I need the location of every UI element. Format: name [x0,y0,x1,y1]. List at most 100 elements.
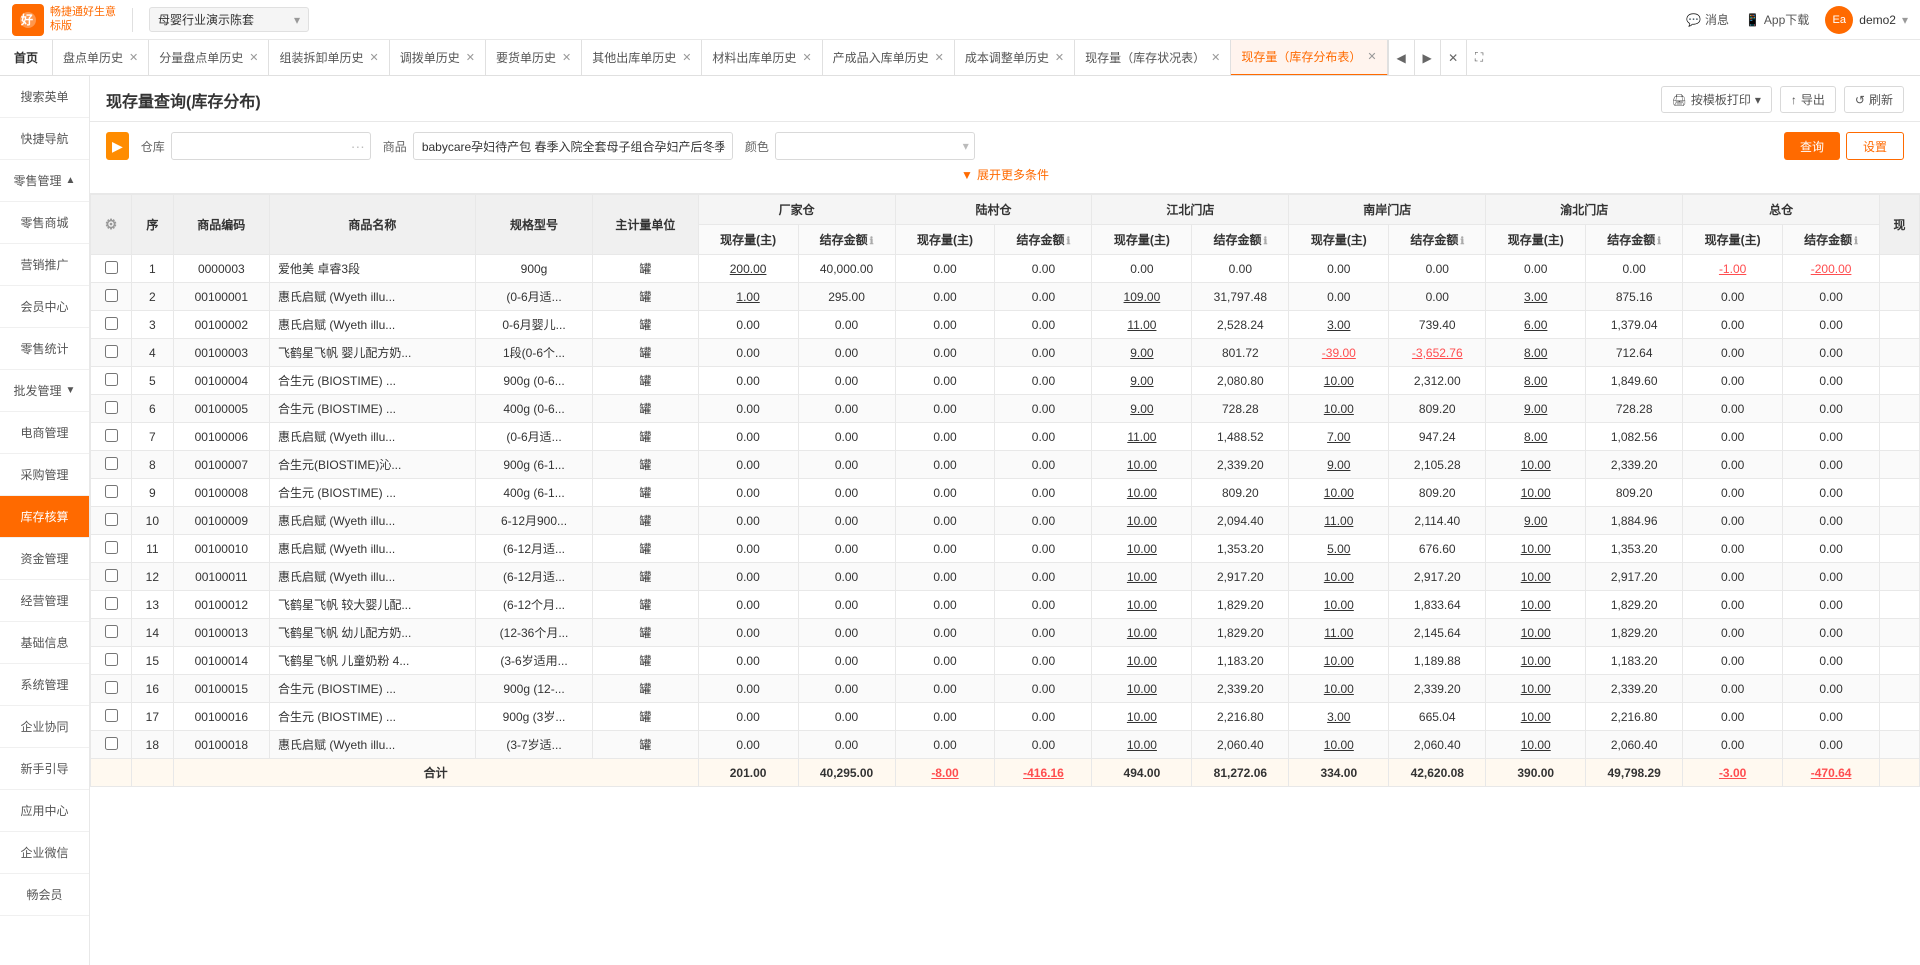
cell-yb-qty[interactable]: 10.00 [1486,619,1586,647]
cell-yb-qty[interactable]: 10.00 [1486,647,1586,675]
cell-yb-qty[interactable]: 3.00 [1486,283,1586,311]
cell-lc-qty[interactable]: 0.00 [895,479,995,507]
jb-amt-info-icon[interactable]: ℹ [1263,236,1267,247]
cell-lc-qty[interactable]: 0.00 [895,423,995,451]
cell-lc-qty[interactable]: 0.00 [895,731,995,759]
cell-jb-qty[interactable]: 10.00 [1092,731,1192,759]
cell-jb-qty[interactable]: 10.00 [1092,647,1192,675]
cell-lc-qty[interactable]: 0.00 [895,535,995,563]
row-checkbox[interactable] [105,317,118,330]
cell-jb-qty[interactable]: 10.00 [1092,591,1192,619]
cell-check[interactable] [91,563,132,591]
cell-check[interactable] [91,283,132,311]
tab-6[interactable]: 其他出库单历史 ✕ [582,40,702,76]
cell-na-qty[interactable]: 10.00 [1289,675,1389,703]
sidebar-item-nav[interactable]: 快捷导航 [0,118,89,160]
tab-10[interactable]: 现存量（库存状况表） ✕ [1075,40,1231,76]
sidebar-item-search[interactable]: 搜索英单 [0,76,89,118]
cell-check[interactable] [91,731,132,759]
tab-5[interactable]: 要货单历史 ✕ [486,40,582,76]
tab-8-close[interactable]: ✕ [935,51,944,64]
cell-check[interactable] [91,591,132,619]
cell-factory-qty[interactable]: 0.00 [698,591,798,619]
cell-yb-qty[interactable]: 10.00 [1486,535,1586,563]
cell-lc-qty[interactable]: 0.00 [895,367,995,395]
dropdown-selector[interactable]: 母婴行业演示陈套 ▾ [149,7,309,32]
tab-home[interactable]: 首页 [0,40,53,76]
warehouse-dots-icon[interactable]: ··· [351,138,365,154]
cell-jb-qty[interactable]: 10.00 [1092,675,1192,703]
tab-next-btn[interactable]: ▶ [1414,40,1440,76]
cell-na-qty[interactable]: 10.00 [1289,367,1389,395]
sidebar-item-inventory[interactable]: 库存核算 [0,496,89,538]
row-checkbox[interactable] [105,373,118,386]
cell-total-qty[interactable]: 0.00 [1683,367,1783,395]
lc-amt-info-icon[interactable]: ℹ [1067,236,1071,247]
cell-na-qty[interactable]: 10.00 [1289,591,1389,619]
row-checkbox[interactable] [105,709,118,722]
cell-jb-qty[interactable]: 10.00 [1092,535,1192,563]
cell-na-qty[interactable]: 10.00 [1289,647,1389,675]
cell-total-qty[interactable]: 0.00 [1683,451,1783,479]
sidebar-item-purchase[interactable]: 采购管理 [0,454,89,496]
expand-more[interactable]: ▼ 展开更多条件 [106,166,1904,183]
cell-yb-qty[interactable]: 8.00 [1486,423,1586,451]
sidebar-item-guide[interactable]: 新手引导 [0,748,89,790]
tab-11[interactable]: 现存量（库存分布表） ✕ [1231,40,1387,76]
cell-lc-qty[interactable]: 0.00 [895,339,995,367]
cell-jb-qty[interactable]: 10.00 [1092,619,1192,647]
sidebar-item-operations[interactable]: 经营管理 [0,580,89,622]
cell-jb-qty[interactable]: 10.00 [1092,507,1192,535]
row-checkbox[interactable] [105,345,118,358]
sidebar-item-wholesale[interactable]: 批发管理 ▼ [0,370,89,412]
cell-yb-qty[interactable]: 8.00 [1486,339,1586,367]
row-checkbox[interactable] [105,485,118,498]
row-checkbox[interactable] [105,653,118,666]
cell-na-qty[interactable]: 9.00 [1289,451,1389,479]
sidebar-item-retail-stat[interactable]: 零售统计 [0,328,89,370]
na-amt-info-icon[interactable]: ℹ [1460,236,1464,247]
tab-4[interactable]: 调拨单历史 ✕ [390,40,486,76]
cell-check[interactable] [91,311,132,339]
cell-check[interactable] [91,647,132,675]
cell-yb-qty[interactable]: 10.00 [1486,563,1586,591]
tab-close-all-btn[interactable]: ✕ [1440,40,1466,76]
cell-lc-qty[interactable]: 0.00 [895,675,995,703]
cell-check[interactable] [91,535,132,563]
cell-yb-qty[interactable]: 10.00 [1486,675,1586,703]
tab-10-close[interactable]: ✕ [1211,51,1220,64]
factory-amt-info-icon[interactable]: ℹ [870,236,874,247]
row-checkbox[interactable] [105,737,118,750]
cell-na-qty[interactable]: 10.00 [1289,563,1389,591]
cell-total-qty[interactable]: 0.00 [1683,591,1783,619]
yb-amt-info-icon[interactable]: ℹ [1657,236,1661,247]
cell-check[interactable] [91,367,132,395]
goods-dots-icon[interactable]: ··· [713,138,727,154]
cell-check[interactable] [91,619,132,647]
cell-check[interactable] [91,255,132,283]
cell-yb-qty[interactable]: 9.00 [1486,507,1586,535]
cell-lc-qty[interactable]: 0.00 [895,591,995,619]
cell-total-qty[interactable]: 0.00 [1683,563,1783,591]
color-input[interactable] [775,132,975,160]
cell-factory-qty[interactable]: 0.00 [698,563,798,591]
cell-jb-qty[interactable]: 10.00 [1092,563,1192,591]
cell-na-qty[interactable]: 10.00 [1289,479,1389,507]
sidebar-item-collab[interactable]: 企业协同 [0,706,89,748]
tab-3-close[interactable]: ✕ [370,51,379,64]
sidebar-item-system[interactable]: 系统管理 [0,664,89,706]
row-checkbox[interactable] [105,261,118,274]
query-btn[interactable]: 查询 [1784,132,1840,160]
cell-lc-qty[interactable]: 0.00 [895,647,995,675]
cell-jb-qty[interactable]: 10.00 [1092,479,1192,507]
warehouse-input[interactable] [171,132,371,160]
tab-11-close[interactable]: ✕ [1367,50,1376,63]
cell-factory-qty[interactable]: 0.00 [698,619,798,647]
sidebar-item-vip[interactable]: 畅会员 [0,874,89,916]
cell-factory-qty[interactable]: 0.00 [698,535,798,563]
cell-total-qty[interactable]: 0.00 [1683,423,1783,451]
cell-factory-qty[interactable]: 0.00 [698,479,798,507]
cell-check[interactable] [91,339,132,367]
row-checkbox[interactable] [105,289,118,302]
message-btn[interactable]: 💬 消息 [1686,11,1729,28]
